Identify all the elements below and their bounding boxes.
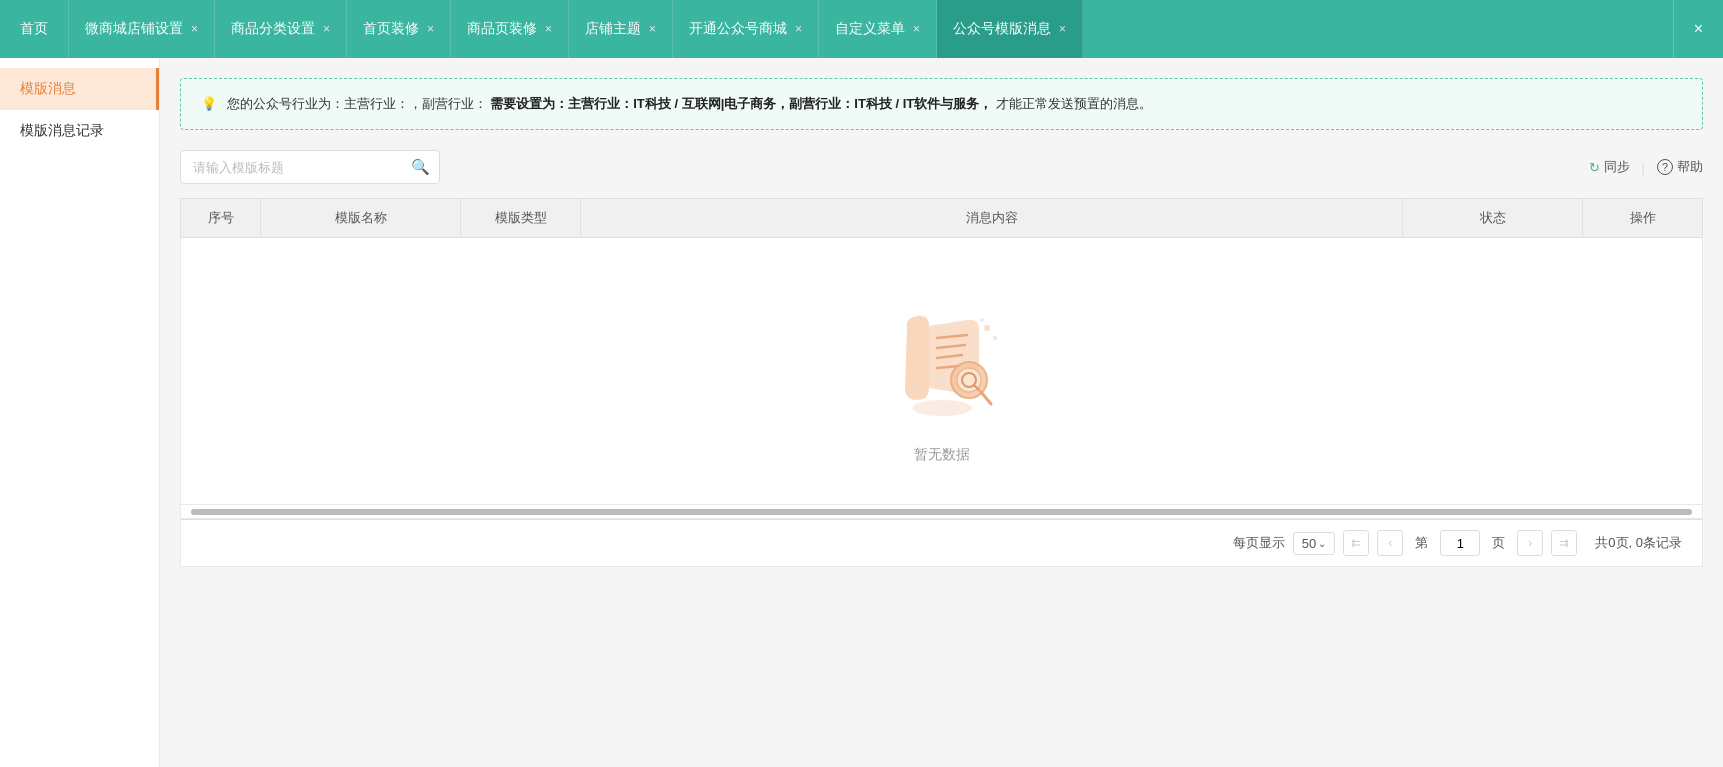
search-bar: 🔍 ↻ 同步 | ? 帮助 [180, 150, 1703, 184]
search-input-wrap: 🔍 [180, 150, 440, 184]
tab-home-decor[interactable]: 首页装修 × [347, 0, 451, 58]
col-header-status: 状态 [1403, 199, 1583, 238]
alert-text-after: 才能正常发送预置的消息。 [996, 96, 1152, 111]
tab-open-mall[interactable]: 开通公众号商城 × [673, 0, 819, 58]
tab-template-message-label: 公众号模版消息 [953, 20, 1051, 38]
sidebar-item-template-message-log-label: 模版消息记录 [20, 122, 104, 138]
tab-custom-menu[interactable]: 自定义菜单 × [819, 0, 937, 58]
svg-line-7 [981, 392, 991, 404]
page-size-select[interactable]: 50 ⌄ [1293, 532, 1335, 555]
scrollbar-thumb[interactable] [191, 509, 1692, 515]
tab-shop-settings[interactable]: 微商城店铺设置 × [69, 0, 215, 58]
top-navigation: 首页 微商城店铺设置 × 商品分类设置 × 首页装修 × 商品页装修 × 店铺主… [0, 0, 1723, 58]
search-input[interactable] [180, 150, 440, 184]
tab-shop-theme-close[interactable]: × [649, 22, 656, 36]
main-layout: 模版消息 模版消息记录 💡 您的公众号行业为：主营行业：，副营行业： 需要设置为… [0, 58, 1723, 767]
page-label-post: 页 [1492, 534, 1505, 552]
tab-category-settings-label: 商品分类设置 [231, 20, 315, 38]
bulb-icon: 💡 [201, 96, 217, 111]
sidebar-item-template-message-log[interactable]: 模版消息记录 [0, 110, 159, 152]
tab-shop-theme-label: 店铺主题 [585, 20, 641, 38]
col-header-index: 序号 [181, 199, 261, 238]
tab-shop-theme[interactable]: 店铺主题 × [569, 0, 673, 58]
empty-state-icon [877, 298, 1007, 428]
tab-home-decor-label: 首页装修 [363, 20, 419, 38]
col-header-name: 模版名称 [261, 199, 461, 238]
table-header-row: 序号 模版名称 模版类型 消息内容 状态 操作 [181, 199, 1703, 238]
close-all-tabs-button[interactable]: × [1673, 0, 1723, 58]
search-icon: 🔍 [411, 158, 430, 175]
tab-shop-settings-close[interactable]: × [191, 22, 198, 36]
sync-icon: ↻ [1589, 160, 1600, 175]
tab-product-decor-close[interactable]: × [545, 22, 552, 36]
search-button[interactable]: 🔍 [411, 158, 430, 176]
tab-open-mall-close[interactable]: × [795, 22, 802, 36]
tab-shop-settings-label: 微商城店铺设置 [85, 20, 183, 38]
tab-template-message[interactable]: 公众号模版消息 × [937, 0, 1083, 58]
help-icon: ? [1657, 159, 1673, 175]
page-total: 共0页, 0条记录 [1595, 534, 1682, 552]
page-size-chevron: ⌄ [1318, 538, 1326, 549]
page-next-button[interactable]: › [1517, 530, 1543, 556]
svg-point-11 [993, 336, 997, 340]
close-all-icon: × [1694, 20, 1703, 38]
toolbar-divider: | [1642, 160, 1645, 175]
alert-box: 💡 您的公众号行业为：主营行业：，副营行业： 需要设置为：主营行业：IT科技 /… [180, 78, 1703, 130]
help-label: 帮助 [1677, 158, 1703, 176]
tab-product-decor-label: 商品页装修 [467, 20, 537, 38]
page-last-button[interactable]: ⇉ [1551, 530, 1577, 556]
page-size-value: 50 [1302, 536, 1316, 551]
tab-home-decor-close[interactable]: × [427, 22, 434, 36]
sidebar-item-template-message[interactable]: 模版消息 [0, 68, 159, 110]
tab-category-settings[interactable]: 商品分类设置 × [215, 0, 347, 58]
page-current-input[interactable] [1440, 530, 1480, 556]
col-header-content: 消息内容 [581, 199, 1403, 238]
page-prev-button[interactable]: ‹ [1377, 530, 1403, 556]
sync-label: 同步 [1604, 158, 1630, 176]
tab-home-label: 首页 [20, 20, 48, 38]
scrollbar-row[interactable] [180, 505, 1703, 519]
alert-highlight: 需要设置为：主营行业：IT科技 / 互联网|电子商务，副营行业：IT科技 / I… [490, 96, 992, 111]
pagination-bar: 每页显示 50 ⌄ ⇇ ‹ 第 页 › ⇉ 共0页, 0条记录 [180, 519, 1703, 567]
col-header-type: 模版类型 [461, 199, 581, 238]
sidebar-item-template-message-label: 模版消息 [20, 80, 76, 96]
toolbar-right: ↻ 同步 | ? 帮助 [1589, 158, 1703, 176]
help-button[interactable]: ? 帮助 [1657, 158, 1703, 176]
scrollbar-track[interactable] [191, 509, 1692, 515]
alert-text-before: 您的公众号行业为：主营行业：，副营行业： [227, 96, 487, 111]
page-first-button[interactable]: ⇇ [1343, 530, 1369, 556]
content-area: 💡 您的公众号行业为：主营行业：，副营行业： 需要设置为：主营行业：IT科技 /… [160, 58, 1723, 767]
tab-home[interactable]: 首页 [0, 0, 69, 58]
tab-open-mall-label: 开通公众号商城 [689, 20, 787, 38]
data-table: 序号 模版名称 模版类型 消息内容 状态 操作 [180, 198, 1703, 238]
svg-point-12 [980, 318, 984, 322]
sidebar: 模版消息 模版消息记录 [0, 58, 160, 767]
col-header-action: 操作 [1583, 199, 1703, 238]
empty-state: 暂无数据 [180, 238, 1703, 505]
svg-point-10 [984, 325, 990, 331]
tab-category-settings-close[interactable]: × [323, 22, 330, 36]
tab-custom-menu-label: 自定义菜单 [835, 20, 905, 38]
tab-template-message-close[interactable]: × [1059, 22, 1066, 36]
tab-product-decor[interactable]: 商品页装修 × [451, 0, 569, 58]
page-label-pre: 第 [1415, 534, 1428, 552]
tab-custom-menu-close[interactable]: × [913, 22, 920, 36]
svg-point-0 [912, 400, 972, 416]
page-size-label: 每页显示 [1233, 534, 1285, 552]
empty-state-text: 暂无数据 [914, 446, 970, 464]
sync-button[interactable]: ↻ 同步 [1589, 158, 1630, 176]
